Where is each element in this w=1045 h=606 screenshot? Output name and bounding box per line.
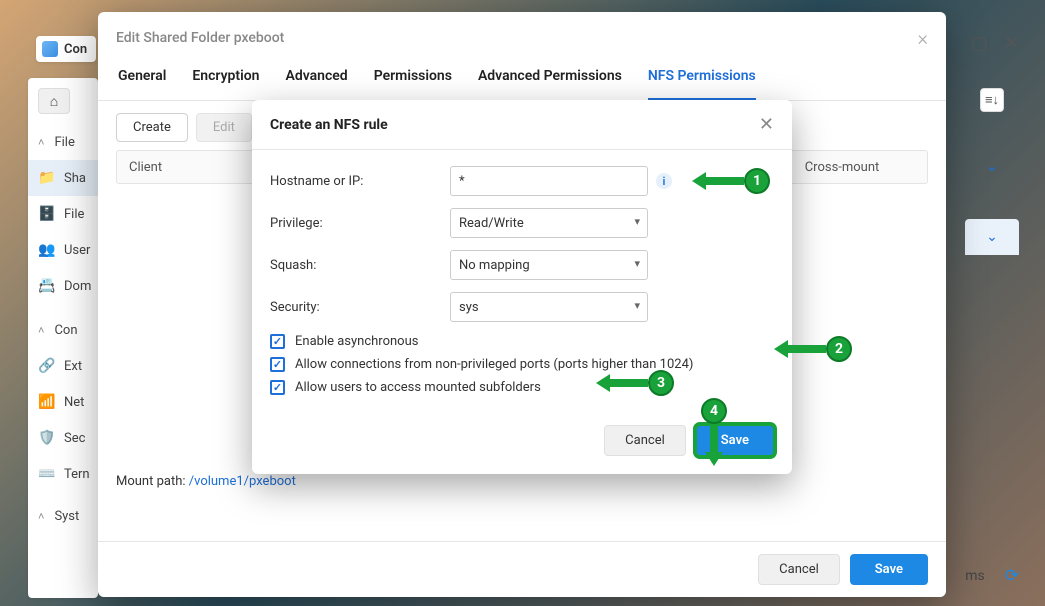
users-icon: 👥 bbox=[38, 241, 56, 259]
chevron-down-icon[interactable]: ⌄ bbox=[985, 156, 998, 175]
inner-cancel-button[interactable]: Cancel bbox=[604, 425, 686, 456]
sidebar-item-shared[interactable]: 📁Sha bbox=[28, 160, 98, 196]
expand-chevron-icon[interactable]: ⌄ bbox=[965, 219, 1019, 255]
sidebar-item-terminal[interactable]: ⌨️Tern bbox=[28, 456, 98, 492]
tab-permissions[interactable]: Permissions bbox=[374, 68, 452, 100]
info-icon[interactable]: i bbox=[656, 173, 672, 189]
sidebar-item-security[interactable]: 🛡️Sec bbox=[28, 420, 98, 456]
privilege-label: Privilege: bbox=[270, 216, 450, 231]
indicator-2: 2 bbox=[774, 336, 852, 362]
sidebar-item-domain[interactable]: 📇Dom bbox=[28, 268, 98, 304]
dialog-title: Edit Shared Folder pxeboot bbox=[116, 30, 284, 46]
hostname-label: Hostname or IP: bbox=[270, 174, 450, 189]
security-select[interactable]: sys bbox=[450, 292, 648, 322]
chevron-up-icon: ˄ bbox=[38, 136, 44, 149]
squash-select[interactable]: No mapping bbox=[450, 250, 648, 280]
sidebar-sys-group[interactable]: ˄Syst bbox=[28, 498, 98, 534]
sidebar-item-external[interactable]: 🔗Ext bbox=[28, 348, 98, 384]
mount-path: Mount path: /volume1/pxeboot bbox=[116, 474, 296, 489]
checkbox-nonpriv-ports[interactable]: ✓Allow connections from non-privileged p… bbox=[270, 357, 774, 372]
sidebar-conn-group[interactable]: ˄Con bbox=[28, 312, 98, 348]
network-icon: 📶 bbox=[38, 393, 56, 411]
close-icon[interactable]: ✕ bbox=[759, 114, 774, 135]
tab-encryption[interactable]: Encryption bbox=[192, 68, 259, 100]
bg-window-controls: ▢ ✕ bbox=[971, 33, 1019, 54]
bg-window-con: Con bbox=[36, 36, 96, 62]
indicator-3: 3 bbox=[596, 370, 674, 396]
terminal-icon: ⌨️ bbox=[38, 465, 56, 483]
security-label: Security: bbox=[270, 300, 450, 315]
edit-button: Edit bbox=[196, 113, 252, 142]
tab-advanced[interactable]: Advanced bbox=[285, 68, 347, 100]
checkbox-icon: ✓ bbox=[270, 380, 285, 395]
chevron-up-icon: ˄ bbox=[38, 510, 44, 523]
sidebar: ⌂ ˄File 📁Sha 🗄️File 👥User 📇Dom ˄Con 🔗Ext… bbox=[28, 78, 98, 598]
sidebar-item-fileservices[interactable]: 🗄️File bbox=[28, 196, 98, 232]
folder-icon: 📁 bbox=[38, 169, 56, 187]
sidebar-item-network[interactable]: 📶Net bbox=[28, 384, 98, 420]
sort-icon[interactable]: ≡↓ bbox=[980, 88, 1004, 112]
dialog-tabs: General Encryption Advanced Permissions … bbox=[98, 54, 946, 101]
close-icon: ✕ bbox=[1004, 33, 1019, 54]
close-icon[interactable]: × bbox=[918, 26, 928, 50]
checkbox-subfolders[interactable]: ✓Allow users to access mounted subfolder… bbox=[270, 380, 774, 395]
tab-general[interactable]: General bbox=[118, 68, 166, 100]
square-icon: ▢ bbox=[971, 33, 988, 54]
checkbox-async[interactable]: ✓Enable asynchronous bbox=[270, 334, 774, 349]
sidebar-item-user[interactable]: 👥User bbox=[28, 232, 98, 268]
indicator-1: 1 bbox=[692, 168, 770, 194]
create-button[interactable]: Create bbox=[116, 113, 188, 142]
hostname-input[interactable] bbox=[450, 166, 648, 196]
checkbox-icon: ✓ bbox=[270, 334, 285, 349]
tab-adv-permissions[interactable]: Advanced Permissions bbox=[478, 68, 622, 100]
privilege-select[interactable]: Read/Write bbox=[450, 208, 648, 238]
outer-save-button[interactable]: Save bbox=[850, 554, 928, 585]
file-icon: 🗄️ bbox=[38, 205, 56, 223]
home-icon[interactable]: ⌂ bbox=[38, 88, 70, 114]
refresh-icon[interactable]: ⟳ bbox=[1005, 566, 1019, 586]
shield-icon: 🛡️ bbox=[38, 429, 56, 447]
link-icon: 🔗 bbox=[38, 357, 56, 375]
squash-label: Squash: bbox=[270, 258, 450, 273]
inner-dialog-title: Create an NFS rule bbox=[270, 117, 388, 133]
outer-cancel-button[interactable]: Cancel bbox=[758, 554, 840, 585]
footer-text: ms bbox=[965, 568, 985, 584]
indicator-4: 4 bbox=[701, 398, 727, 466]
tab-nfs-permissions[interactable]: NFS Permissions bbox=[648, 68, 756, 101]
card-icon: 📇 bbox=[38, 277, 56, 295]
chevron-up-icon: ˄ bbox=[38, 324, 44, 337]
mount-path-link[interactable]: /volume1/pxeboot bbox=[189, 474, 296, 489]
checkbox-icon: ✓ bbox=[270, 357, 285, 372]
sidebar-file-group[interactable]: ˄File bbox=[28, 124, 98, 160]
